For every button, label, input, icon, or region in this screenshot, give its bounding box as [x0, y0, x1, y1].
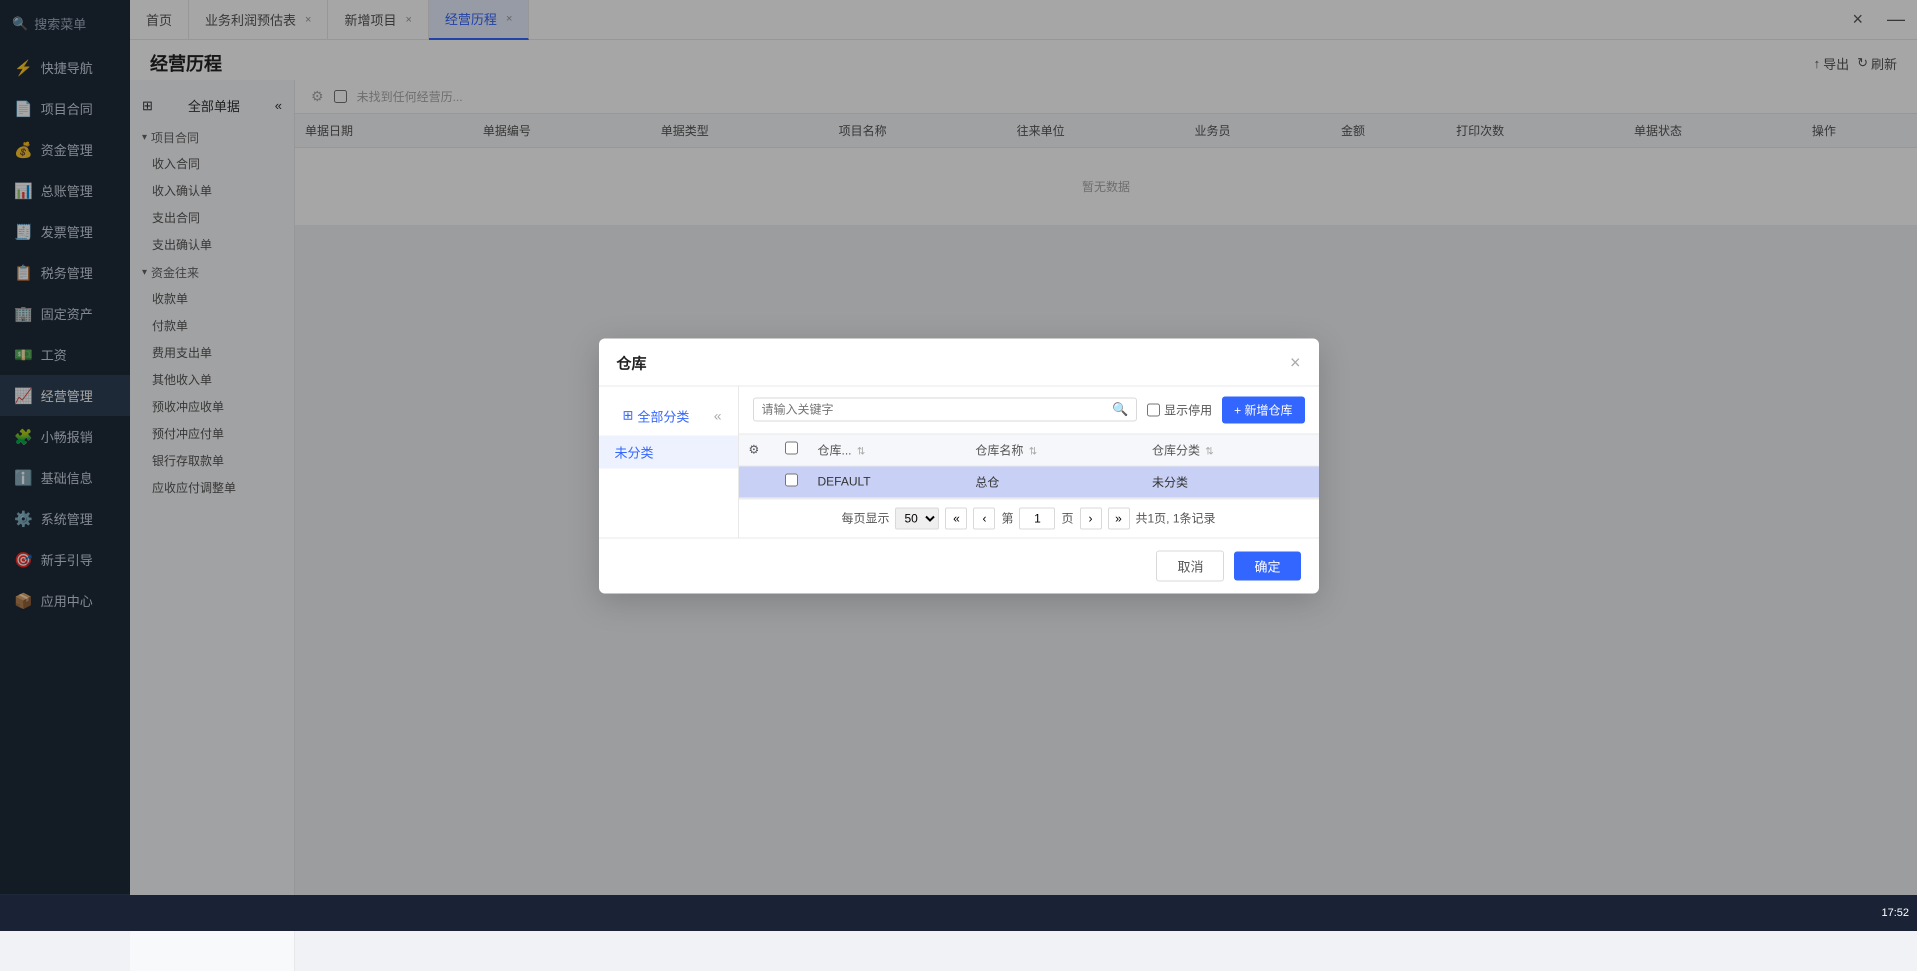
first-page-btn[interactable]: «: [945, 507, 967, 529]
sort-icon-cat[interactable]: ⇅: [1205, 446, 1213, 457]
row-0-code: DEFAULT: [808, 466, 966, 498]
col-checkbox-header[interactable]: [775, 434, 808, 466]
taskbar-time: 17:52: [1881, 907, 1909, 919]
modal-title: 仓库: [617, 352, 647, 373]
modal-category-list: 未分类: [599, 435, 738, 527]
show-disabled-checkbox[interactable]: [1147, 403, 1160, 416]
modal-page-suffix: 页: [1061, 510, 1073, 527]
modal-body: ⊞ 全部分类 « 未分类 🔍 显示停用 + 新增仓库: [599, 386, 1319, 537]
modal-per-page-select[interactable]: 50: [895, 507, 939, 529]
modal-category-item-0[interactable]: 未分类: [599, 435, 738, 468]
grid-icon: ⊞: [623, 408, 634, 424]
row-0-checkbox[interactable]: [775, 466, 808, 498]
modal-table-row-0[interactable]: DEFAULT 总仓 未分类: [739, 466, 1319, 498]
modal-toolbar: 🔍 显示停用 + 新增仓库: [739, 386, 1319, 434]
col-warehouse-category: 仓库分类 ⇅: [1142, 434, 1319, 466]
col-warehouse-name: 仓库名称 ⇅: [965, 434, 1142, 466]
modal-table-header: ⚙ 仓库... ⇅ 仓库名称 ⇅: [739, 434, 1319, 466]
show-disabled-label[interactable]: 显示停用: [1147, 401, 1212, 418]
modal-header: 仓库 ×: [599, 338, 1319, 386]
add-warehouse-btn[interactable]: + 新增仓库: [1222, 396, 1304, 423]
modal-page-input[interactable]: [1019, 507, 1055, 529]
row-0-category: 未分类: [1142, 466, 1319, 498]
warehouse-modal: 仓库 × ⊞ 全部分类 « 未分类 🔍: [599, 338, 1319, 593]
prev-page-btn[interactable]: ‹: [973, 507, 995, 529]
show-disabled-text: 显示停用: [1164, 401, 1212, 418]
sort-icon-name[interactable]: ⇅: [1029, 446, 1037, 457]
row-0-select[interactable]: [785, 474, 798, 487]
modal-search-icon: 🔍: [1112, 402, 1128, 418]
per-page-label: 每页显示: [841, 510, 889, 527]
collapse-left-btn[interactable]: «: [706, 404, 730, 428]
modal-close-btn[interactable]: ×: [1290, 352, 1301, 373]
taskbar-icons: 17:52: [1881, 907, 1909, 919]
taskbar: 17:52: [0, 895, 1917, 931]
modal-search-wrap[interactable]: 🔍: [753, 398, 1138, 422]
row-0-gear: [739, 466, 775, 498]
next-page-btn[interactable]: ›: [1080, 507, 1102, 529]
modal-search-input[interactable]: [762, 403, 1112, 417]
total-records: 共1页, 1条记录: [1136, 510, 1216, 527]
col-gear[interactable]: ⚙: [739, 434, 775, 466]
modal-right-panel: 🔍 显示停用 + 新增仓库 ⚙: [739, 386, 1319, 537]
confirm-btn[interactable]: 确定: [1234, 551, 1300, 580]
select-all-checkbox[interactable]: [785, 442, 798, 455]
page-prefix: 第: [1001, 510, 1013, 527]
all-categories-label: 全部分类: [637, 406, 689, 425]
modal-table: ⚙ 仓库... ⇅ 仓库名称 ⇅: [739, 434, 1319, 498]
gear-col-icon: ⚙: [749, 443, 760, 457]
col-warehouse-code: 仓库... ⇅: [808, 434, 966, 466]
row-0-name: 总仓: [965, 466, 1142, 498]
modal-footer-bar: 每页显示 50 « ‹ 第 页 › » 共1页, 1条记录: [739, 498, 1319, 537]
modal-all-categories-btn[interactable]: ⊞ 全部分类: [611, 400, 702, 431]
modal-table-wrap: ⚙ 仓库... ⇅ 仓库名称 ⇅: [739, 434, 1319, 498]
cancel-btn[interactable]: 取消: [1156, 550, 1224, 581]
sort-icon-code[interactable]: ⇅: [857, 446, 865, 457]
modal-actions: 取消 确定: [599, 537, 1319, 593]
last-page-btn[interactable]: »: [1108, 507, 1130, 529]
modal-left-panel: ⊞ 全部分类 « 未分类: [599, 386, 739, 537]
